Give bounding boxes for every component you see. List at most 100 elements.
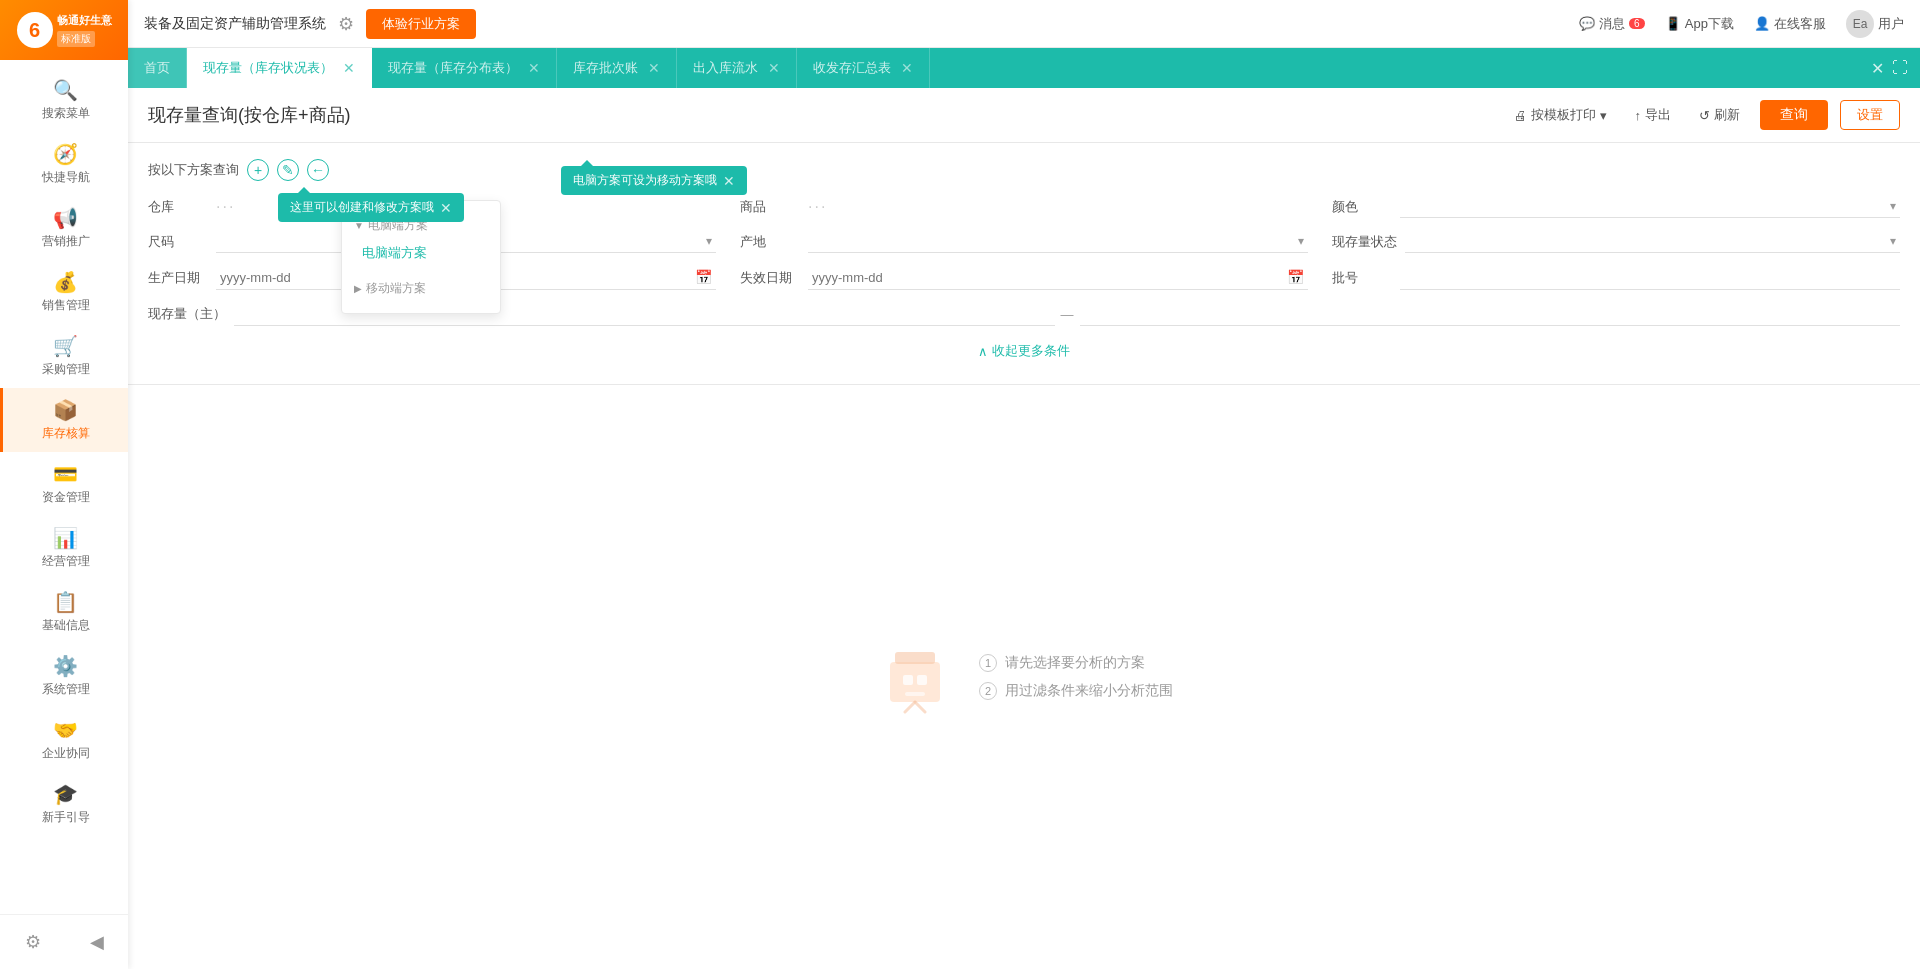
expire-date-input[interactable] [812,270,1283,285]
color-select[interactable]: ▾ [1400,195,1900,218]
tab-close-inventory-dist[interactable]: ✕ [528,60,540,76]
sidebar-item-purchase[interactable]: 🛒 采购管理 [0,324,128,388]
refresh-scheme-button[interactable]: ← [307,159,329,181]
tab-home[interactable]: 首页 [128,48,187,88]
pc-scheme-item[interactable]: 电脑端方案 [342,238,500,268]
maximize-tabs-icon[interactable]: ⛶ [1892,59,1908,77]
search-button[interactable]: 查询 [1760,100,1828,130]
step1-text: 请先选择要分析的方案 [1005,654,1145,672]
add-scheme-button[interactable]: + [247,159,269,181]
settings-bottom-button[interactable]: ⚙ [21,927,45,957]
nav-label-search: 搜索菜单 [42,105,90,122]
export-button[interactable]: ↑ 导出 [1627,102,1680,128]
nav-label-enterprise: 企业协同 [42,745,90,762]
collapse-filter-button[interactable]: ∧ 收起更多条件 [148,334,1900,368]
sidebar-item-sales[interactable]: 💰 销售管理 [0,260,128,324]
phone-icon: 📱 [1665,16,1681,31]
tab-close-inout-flow[interactable]: ✕ [768,60,780,76]
expire-date-label: 失效日期 [740,269,800,287]
tab-close-batch-accounts[interactable]: ✕ [648,60,660,76]
mobile-group-label: 移动端方案 [366,280,426,297]
sidebar-item-enterprise[interactable]: 🤝 企业协同 [0,708,128,772]
industry-plan-button[interactable]: 体验行业方案 [366,9,476,39]
origin-label: 产地 [740,233,800,251]
sidebar-item-operation[interactable]: 📊 经营管理 [0,516,128,580]
nav-label-basic: 基础信息 [42,617,90,634]
empty-state: 1 请先选择要分析的方案 2 用过滤条件来缩小分析范围 [875,637,1173,717]
empty-step-2: 2 用过滤条件来缩小分析范围 [979,682,1173,700]
newbie-nav-icon: 🎓 [53,782,78,806]
tabs-end-controls: ✕ ⛶ [1859,48,1920,88]
user-label: 用户 [1878,15,1904,33]
sidebar-item-search[interactable]: 🔍 搜索菜单 [0,68,128,132]
sales-nav-icon: 💰 [53,270,78,294]
sidebar-item-finance[interactable]: 💳 资金管理 [0,452,128,516]
settings-gear-icon[interactable]: ⚙ [338,13,354,35]
tab-inventory-dist[interactable]: 现存量（库存分布表） ✕ [372,48,557,88]
prod-date-label: 生产日期 [148,269,208,287]
expire-date-wrapper: 📅 [808,265,1308,290]
tab-close-receive-summary[interactable]: ✕ [901,60,913,76]
refresh-button[interactable]: ↺ 刷新 [1691,102,1748,128]
collapse-icon: ∧ [978,344,988,359]
sidebar-item-system[interactable]: ⚙️ 系统管理 [0,644,128,708]
edit-scheme-button[interactable]: ✎ [277,159,299,181]
tab-inventory-status[interactable]: 现存量（库存状况表） ✕ [187,48,372,88]
stock-status-select[interactable]: ▾ [1405,230,1900,253]
tab-inout-flow[interactable]: 出入库流水 ✕ [677,48,797,88]
expire-date-calendar-icon[interactable]: 📅 [1287,269,1304,285]
support-label: 在线客服 [1774,15,1826,33]
app-download-label: App下载 [1685,15,1734,33]
sidebar-item-marketing[interactable]: 📢 营销推广 [0,196,128,260]
sidebar-item-newbie[interactable]: 🎓 新手引导 [0,772,128,836]
tooltip1-close-button[interactable]: ✕ [723,173,735,189]
message-label: 消息 [1599,15,1625,33]
tab-close-inventory-status[interactable]: ✕ [343,60,355,76]
tooltip2-close-button[interactable]: ✕ [440,200,452,216]
settings-button[interactable]: 设置 [1840,100,1900,130]
print-label: 按模板打印 [1531,106,1596,124]
stock-status-field: 现存量状态 ▾ [1332,230,1900,253]
batch-no-input[interactable] [1400,266,1900,290]
scheme-tooltip-1: 电脑方案可设为移动方案哦 ✕ [561,166,747,195]
color-dropdown-icon: ▾ [1890,199,1896,213]
color-field: 颜色 ▾ [1332,195,1900,218]
mobile-scheme-group: ▶ 移动端方案 [342,272,500,305]
batch-no-label: 批号 [1332,269,1392,287]
svg-rect-1 [895,652,935,664]
inventory-nav-icon: 📦 [53,398,78,422]
refresh-label: 刷新 [1714,106,1740,124]
sidebar-navigation: 🔍 搜索菜单 🧭 快捷导航 📢 营销推广 💰 销售管理 🛒 采购管理 📦 库存核… [0,60,128,914]
nav-label-guide: 快捷导航 [42,169,90,186]
expire-date-field: 失效日期 📅 [740,265,1308,290]
search-nav-icon: 🔍 [53,78,78,102]
close-all-tabs-icon[interactable]: ✕ [1871,59,1884,78]
sidebar-item-guide[interactable]: 🧭 快捷导航 [0,132,128,196]
tab-receive-summary-label: 收发存汇总表 [813,59,891,77]
content-area: 1 请先选择要分析的方案 2 用过滤条件来缩小分析范围 [128,385,1920,969]
origin-select[interactable]: ▾ [808,230,1308,253]
user-avatar: Ea [1846,10,1874,38]
page-area: 现存量查询(按仓库+商品) 🖨 按模板打印 ▾ ↑ 导出 ↺ 刷新 查询 设置 [128,88,1920,969]
print-button[interactable]: 🖨 按模板打印 ▾ [1506,102,1615,128]
nav-label-operation: 经营管理 [42,553,90,570]
system-nav-icon: ⚙️ [53,654,78,678]
svg-rect-3 [917,675,927,685]
refresh-icon: ↺ [1699,108,1710,123]
main-content: 装备及固定资产辅助管理系统 ⚙ 体验行业方案 💬 消息 6 📱 App下载 👤 … [128,0,1920,969]
basic-nav-icon: 📋 [53,590,78,614]
sidebar-item-inventory[interactable]: 📦 库存核算 [0,388,128,452]
operation-nav-icon: 📊 [53,526,78,550]
tab-batch-accounts[interactable]: 库存批次账 ✕ [557,48,677,88]
prod-date-calendar-icon[interactable]: 📅 [695,269,712,285]
stock-qty-max-input[interactable] [1080,302,1901,326]
header: 装备及固定资产辅助管理系统 ⚙ 体验行业方案 💬 消息 6 📱 App下载 👤 … [128,0,1920,48]
user-profile-item[interactable]: Ea 用户 [1846,10,1904,38]
online-support-item[interactable]: 👤 在线客服 [1754,15,1826,33]
tab-receive-summary[interactable]: 收发存汇总表 ✕ [797,48,930,88]
sidebar-item-basic[interactable]: 📋 基础信息 [0,580,128,644]
nav-label-newbie: 新手引导 [42,809,90,826]
collapse-sidebar-button[interactable]: ◀ [86,927,108,957]
app-download-item[interactable]: 📱 App下载 [1665,15,1734,33]
message-item[interactable]: 💬 消息 6 [1579,15,1645,33]
